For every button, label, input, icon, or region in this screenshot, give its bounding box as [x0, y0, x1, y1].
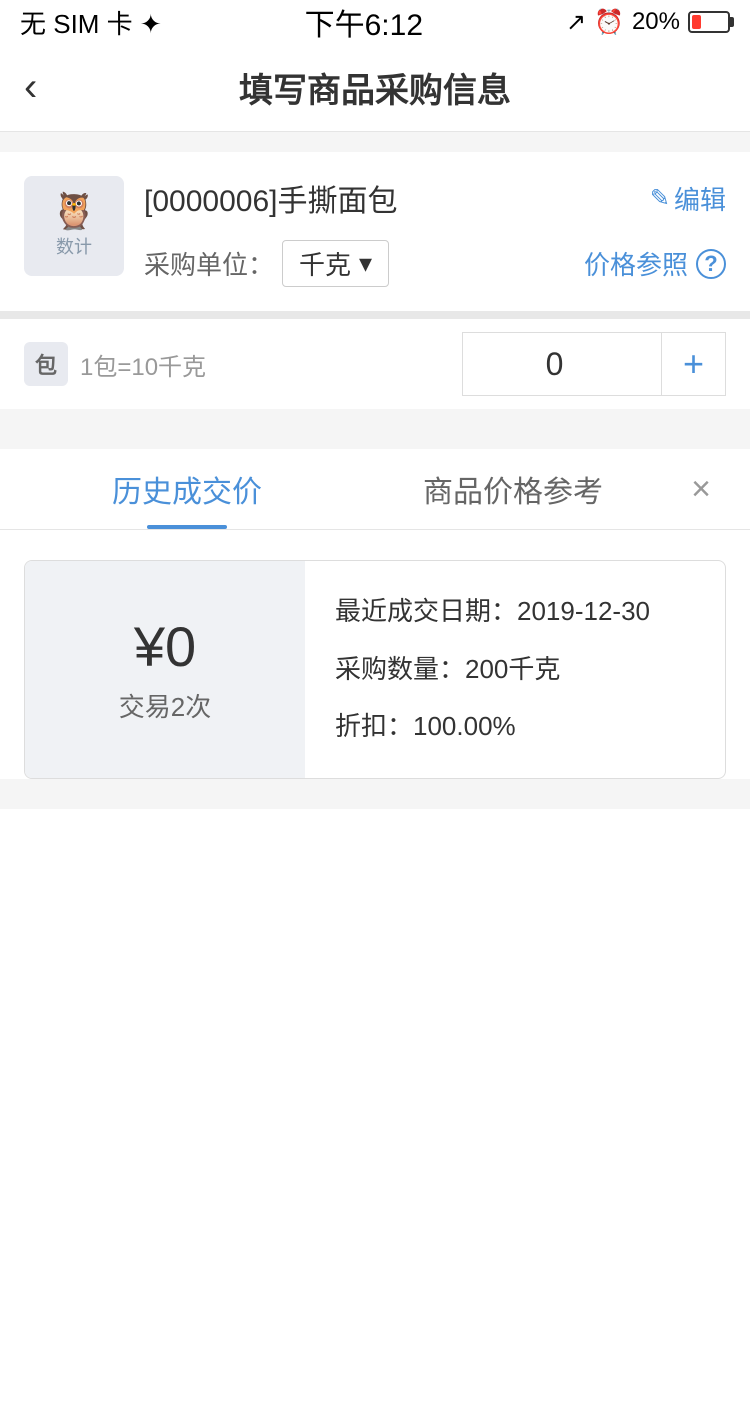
- status-bar: 无 SIM 卡 ✦ 下午6:12 ↗ ⏰ 20%: [0, 0, 750, 44]
- unit-value: 千克: [299, 245, 351, 282]
- purchase-quantity: 采购数量：200千克: [335, 649, 695, 691]
- tab-history-price[interactable]: 历史成交价: [24, 449, 350, 529]
- status-time: 下午6:12: [305, 0, 423, 44]
- price-reference-button[interactable]: 价格参照 ?: [584, 245, 726, 282]
- page-title: 填写商品采购信息: [239, 63, 511, 112]
- transaction-count: 交易2次: [119, 687, 211, 724]
- price-card-right: 最近成交日期：2019-12-30 采购数量：200千克 折扣：100.00%: [305, 561, 725, 778]
- dropdown-arrow-icon: ▾: [359, 248, 372, 279]
- nav-bar: ‹ 填写商品采购信息: [0, 44, 750, 132]
- price-card: ¥0 交易2次 最近成交日期：2019-12-30 采购数量：200千克 折扣：…: [24, 560, 726, 779]
- unit-badge: 包: [24, 342, 68, 386]
- location-icon: ↗: [566, 8, 586, 37]
- quantity-input[interactable]: [462, 332, 662, 396]
- product-logo-icon: 🦉: [52, 193, 97, 229]
- product-info: [0000006]手撕面包 ✎ 编辑 采购单位： 千克 ▾ 价格参照 ?: [144, 176, 726, 287]
- currency-symbol: ¥: [134, 615, 165, 678]
- recent-date: 最近成交日期：2019-12-30: [335, 591, 695, 633]
- main-content-area: [0, 809, 750, 1409]
- alarm-icon: ⏰: [594, 8, 624, 37]
- product-name: [0000006]手撕面包: [144, 176, 397, 220]
- price-ref-label: 价格参照: [584, 245, 688, 282]
- tab-close-button[interactable]: ×: [676, 449, 726, 529]
- status-right: ↗ ⏰ 20%: [566, 8, 730, 37]
- unit-label: 采购单位：: [144, 245, 274, 282]
- unit-select[interactable]: 千克 ▾: [282, 240, 389, 287]
- product-image: 🦉 数计: [24, 176, 124, 276]
- tabs-container: 历史成交价 商品价格参考 × ¥0 交易2次 最近成交日期：2019-12-30…: [0, 449, 750, 779]
- status-left: 无 SIM 卡 ✦: [20, 4, 162, 41]
- price-amount: ¥0: [134, 614, 196, 679]
- battery-fill: [692, 15, 701, 29]
- battery-percent: 20%: [632, 8, 680, 36]
- battery-icon: [688, 11, 730, 33]
- product-unit-row: 采购单位： 千克 ▾ 价格参照 ?: [144, 240, 726, 287]
- tab-price-reference[interactable]: 商品价格参考: [350, 449, 676, 529]
- edit-button[interactable]: ✎ 编辑: [650, 180, 726, 217]
- quantity-unit-info: 包 1包=10千克: [24, 342, 206, 386]
- edit-icon: ✎: [650, 184, 670, 213]
- quantity-row: 包 1包=10千克 +: [0, 319, 750, 409]
- quantity-input-group: +: [462, 332, 726, 396]
- product-section: 🦉 数计 [0000006]手撕面包 ✎ 编辑 采购单位： 千克 ▾ 价格参照 …: [0, 152, 750, 311]
- section-divider: [0, 311, 750, 319]
- signal-text: 无 SIM 卡 ✦: [20, 4, 162, 41]
- unit-conversion: 1包=10千克: [80, 347, 206, 382]
- section-gap: [0, 409, 750, 429]
- discount: 折扣：100.00%: [335, 706, 695, 748]
- unit-selector-group: 采购单位： 千克 ▾: [144, 240, 389, 287]
- price-card-left: ¥0 交易2次: [25, 561, 305, 778]
- edit-label: 编辑: [674, 180, 726, 217]
- back-button[interactable]: ‹: [24, 65, 37, 110]
- product-header: [0000006]手撕面包 ✎ 编辑: [144, 176, 726, 220]
- help-icon: ?: [696, 249, 726, 279]
- quantity-plus-button[interactable]: +: [662, 332, 726, 396]
- product-logo-text: 数计: [56, 233, 92, 259]
- tabs-header: 历史成交价 商品价格参考 ×: [0, 449, 750, 530]
- price-value: 0: [165, 615, 196, 678]
